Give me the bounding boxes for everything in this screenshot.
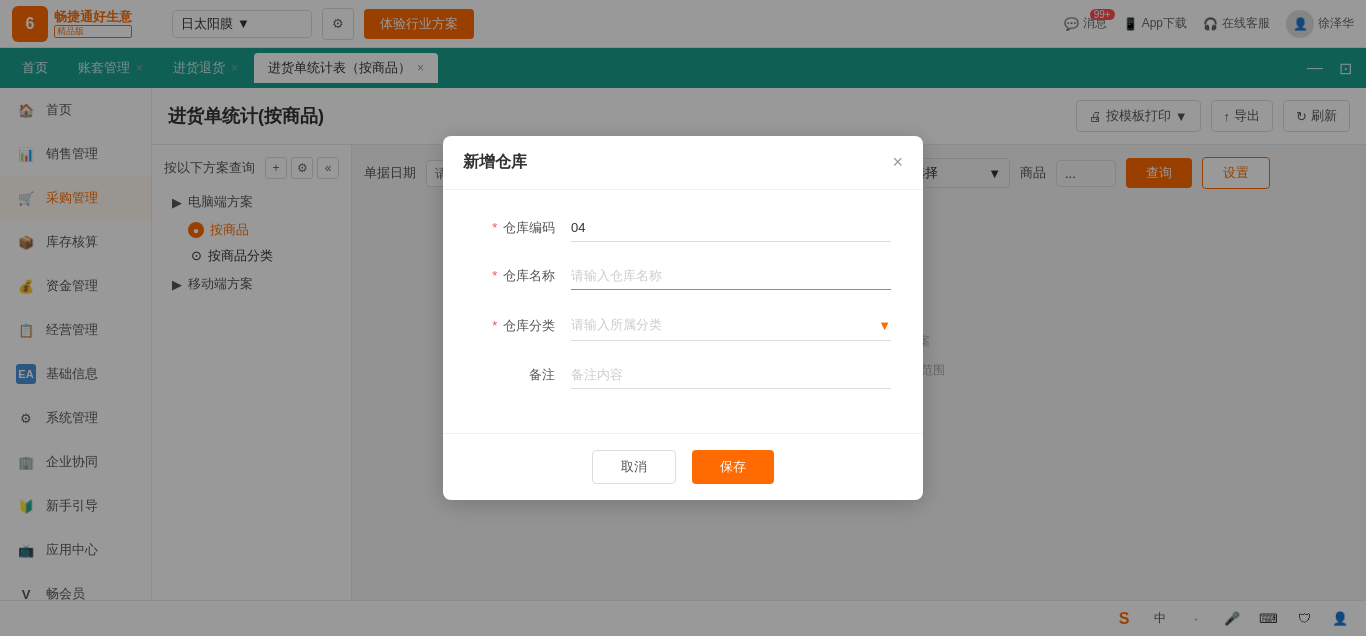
category-select-placeholder: 请输入所属分类 [571, 316, 662, 334]
dialog-title: 新增仓库 [463, 152, 527, 173]
dialog-body: * 仓库编码 * 仓库名称 * 仓库分类 请输入所属 [443, 190, 923, 433]
dialog-header: 新增仓库 × [443, 136, 923, 190]
name-label: * 仓库名称 [475, 267, 555, 285]
dialog-close-icon[interactable]: × [892, 152, 903, 173]
warehouse-category-select[interactable]: 请输入所属分类 ▼ [571, 310, 891, 341]
warehouse-note-row: 备注 [475, 361, 891, 389]
category-select-arrow-icon: ▼ [878, 318, 891, 333]
required-mark-1: * [492, 220, 497, 235]
required-mark-3: * [492, 318, 497, 333]
warehouse-name-row: * 仓库名称 [475, 262, 891, 290]
warehouse-name-input[interactable] [571, 262, 891, 290]
save-button[interactable]: 保存 [692, 450, 774, 484]
warehouse-category-row: * 仓库分类 请输入所属分类 ▼ [475, 310, 891, 341]
warehouse-note-input[interactable] [571, 361, 891, 389]
dialog-overlay: 新增仓库 × * 仓库编码 * 仓库名称 [0, 0, 1366, 636]
required-mark-2: * [492, 268, 497, 283]
warehouse-code-input[interactable] [571, 214, 891, 242]
add-warehouse-dialog: 新增仓库 × * 仓库编码 * 仓库名称 [443, 136, 923, 500]
warehouse-code-row: * 仓库编码 [475, 214, 891, 242]
code-label: * 仓库编码 [475, 219, 555, 237]
category-label: * 仓库分类 [475, 317, 555, 335]
dialog-footer: 取消 保存 [443, 433, 923, 500]
cancel-button[interactable]: 取消 [592, 450, 676, 484]
note-label: 备注 [475, 366, 555, 384]
